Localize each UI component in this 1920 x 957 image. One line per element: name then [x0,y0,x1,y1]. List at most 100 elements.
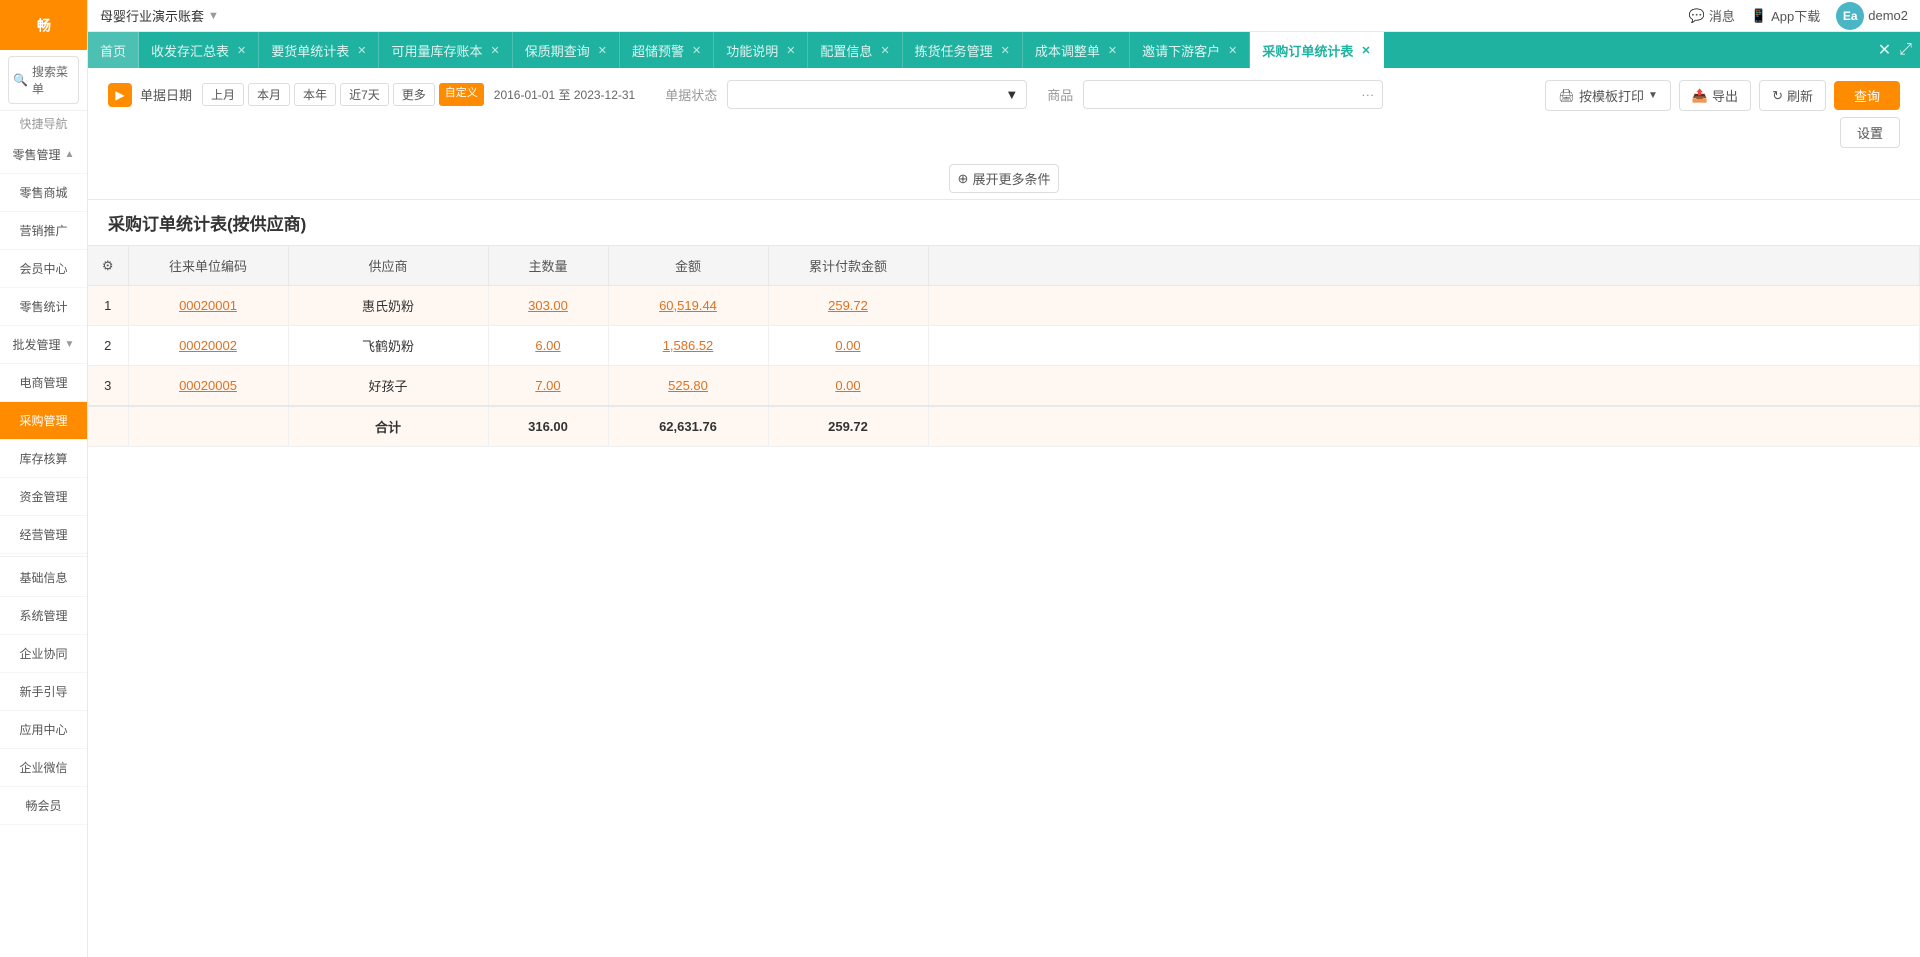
print-button[interactable]: 🖨 按模板打印 ▼ [1545,80,1670,111]
row2-code[interactable]: 00020002 [128,326,288,366]
workspace-selector[interactable]: 母婴行业演示账套 ▼ [100,6,219,25]
shortcut-more[interactable]: 更多 [393,83,435,106]
sidebar-item-basic-info[interactable]: 基础信息 [0,559,87,597]
sidebar-item-operations[interactable]: 经营管理 [0,516,87,554]
topbar-right: 💬 消息 📱 App下载 Ea demo2 [1689,2,1908,30]
row3-code-link[interactable]: 00020005 [179,378,237,393]
sidebar-item-retail-stats[interactable]: 零售统计 [0,288,87,326]
sidebar-item-enterprise[interactable]: 企业协同 [0,635,87,673]
sidebar-item-vip[interactable]: 畅会员 [0,787,87,825]
sidebar-item-new-guide[interactable]: 新手引导 [0,673,87,711]
app-download-button[interactable]: 📱 App下载 [1751,6,1820,25]
gear-icon[interactable]: ⚙ [102,258,114,273]
row1-qty-link[interactable]: 303.00 [528,298,568,313]
tab-available-stock-close[interactable]: ✕ [491,44,500,57]
search-menu-button[interactable]: 🔍 搜索菜单 [8,56,79,104]
tabbar: 首页 收发存汇总表 ✕ 要货单统计表 ✕ 可用量库存账本 ✕ 保质期查询 ✕ 超… [88,32,1920,68]
tab-picking-task[interactable]: 拣货任务管理 ✕ [903,32,1023,68]
tab-expiry-query-close[interactable]: ✕ [598,44,607,57]
row1-paid: 259.72 [768,286,928,326]
table-header-settings[interactable]: ⚙ [88,246,128,286]
custom-date-tag: 自定义 [439,83,484,106]
tab-order-summary-close[interactable]: ✕ [357,44,366,57]
row2-paid-link[interactable]: 0.00 [835,338,860,353]
date-shortcuts: 上月 本月 本年 近7天 更多 自定义 [202,83,484,106]
row3-code[interactable]: 00020005 [128,366,288,407]
tab-overstock-warning[interactable]: 超储预警 ✕ [620,32,714,68]
row1-code[interactable]: 00020001 [128,286,288,326]
sidebar-enterprise-wechat-label: 企业微信 [19,759,67,776]
row3-qty-link[interactable]: 7.00 [535,378,560,393]
tab-cost-adjust[interactable]: 成本调整单 ✕ [1023,32,1130,68]
row1-amount-link[interactable]: 60,519.44 [659,298,717,313]
user-profile[interactable]: Ea demo2 [1836,2,1908,30]
sidebar-item-marketing[interactable]: 营销推广 [0,212,87,250]
tab-purchase-order-summary[interactable]: 采购订单统计表 ✕ [1250,32,1383,68]
sidebar-purchase-label: 采购管理 [19,412,67,429]
tab-invite-downstream-close[interactable]: ✕ [1228,44,1237,57]
sidebar-item-finance[interactable]: 资金管理 [0,478,87,516]
phone-icon: 📱 [1751,8,1767,24]
goods-filter-input[interactable]: ··· [1083,80,1383,109]
tab-home-label: 首页 [100,41,126,60]
tab-order-summary[interactable]: 要货单统计表 ✕ [259,32,379,68]
sidebar-item-app-center[interactable]: 应用中心 [0,711,87,749]
tab-function-desc-close[interactable]: ✕ [786,44,795,57]
filter-toggle-button[interactable]: ▶ [108,83,132,107]
row2-code-link[interactable]: 00020002 [179,338,237,353]
row3-paid-link[interactable]: 0.00 [835,378,860,393]
row1-code-link[interactable]: 00020001 [179,298,237,313]
export-button[interactable]: 📤 导出 [1679,80,1751,111]
tab-receive-summary[interactable]: 收发存汇总表 ✕ [139,32,259,68]
goods-filter-more[interactable]: ··· [1361,87,1374,102]
shortcut-this-year[interactable]: 本年 [294,83,336,106]
sidebar-item-inventory[interactable]: 库存核算 [0,440,87,478]
refresh-button[interactable]: ↻ 刷新 [1759,80,1826,111]
row3-amount-link[interactable]: 525.80 [668,378,708,393]
sidebar-item-system[interactable]: 系统管理 [0,597,87,635]
status-filter-select[interactable]: ▼ [727,80,1027,109]
tab-home[interactable]: 首页 [88,32,139,68]
row3-qty: 7.00 [488,366,608,407]
sidebar-item-retail[interactable]: 零售管理 ▲ [0,136,87,174]
close-all-tabs-button[interactable]: ✕ [1878,40,1891,60]
shortcut-7days[interactable]: 近7天 [340,83,389,106]
tab-expiry-query[interactable]: 保质期查询 ✕ [513,32,620,68]
app-logo[interactable]: 畅 [0,0,87,50]
sidebar-item-members[interactable]: 会员中心 [0,250,87,288]
sidebar-item-enterprise-wechat[interactable]: 企业微信 [0,749,87,787]
row2-amount-link[interactable]: 1,586.52 [663,338,714,353]
tab-purchase-order-summary-label: 采购订单统计表 [1262,41,1353,60]
footer-qty: 316.00 [488,406,608,447]
query-button[interactable]: 查询 [1834,81,1900,110]
sidebar-item-retail-shop[interactable]: 零售商城 [0,174,87,212]
tab-cost-adjust-close[interactable]: ✕ [1108,44,1117,57]
shortcut-this-month[interactable]: 本月 [248,83,290,106]
goods-filter-placeholder [1092,85,1105,104]
sidebar-item-purchase[interactable]: 采购管理 [0,402,87,440]
sidebar-item-wholesale[interactable]: 批发管理 ▼ [0,326,87,364]
row2-qty-link[interactable]: 6.00 [535,338,560,353]
user-name: demo2 [1868,8,1908,23]
tab-config-info[interactable]: 配置信息 ✕ [808,32,902,68]
tab-picking-task-close[interactable]: ✕ [1001,44,1010,57]
tab-overstock-warning-close[interactable]: ✕ [692,44,701,57]
shortcut-last-month[interactable]: 上月 [202,83,244,106]
tab-receive-summary-close[interactable]: ✕ [237,44,246,57]
tab-invite-downstream[interactable]: 邀请下游客户 ✕ [1130,32,1250,68]
sidebar-item-ecommerce[interactable]: 电商管理 [0,364,87,402]
tab-available-stock[interactable]: 可用量库存账本 ✕ [379,32,512,68]
sidebar-marketing-label: 营销推广 [19,222,67,239]
tab-config-info-close[interactable]: ✕ [880,44,889,57]
print-arrow: ▼ [1648,90,1658,101]
message-button[interactable]: 💬 消息 [1689,6,1735,25]
tab-purchase-order-summary-close[interactable]: ✕ [1361,44,1370,57]
table-area: ⚙ 往来单位编码 供应商 主数量 金额 累计付款金额 1 000200 [88,246,1920,957]
expand-more-button[interactable]: ⊕ 展开更多条件 [949,164,1060,193]
settings-button[interactable]: 设置 [1840,117,1900,148]
expand-window-button[interactable]: ⤢ [1899,41,1912,59]
sidebar-retail-stats-label: 零售统计 [19,298,67,315]
sidebar-app-center-label: 应用中心 [19,721,67,738]
row1-paid-link[interactable]: 259.72 [828,298,868,313]
tab-function-desc[interactable]: 功能说明 ✕ [714,32,808,68]
